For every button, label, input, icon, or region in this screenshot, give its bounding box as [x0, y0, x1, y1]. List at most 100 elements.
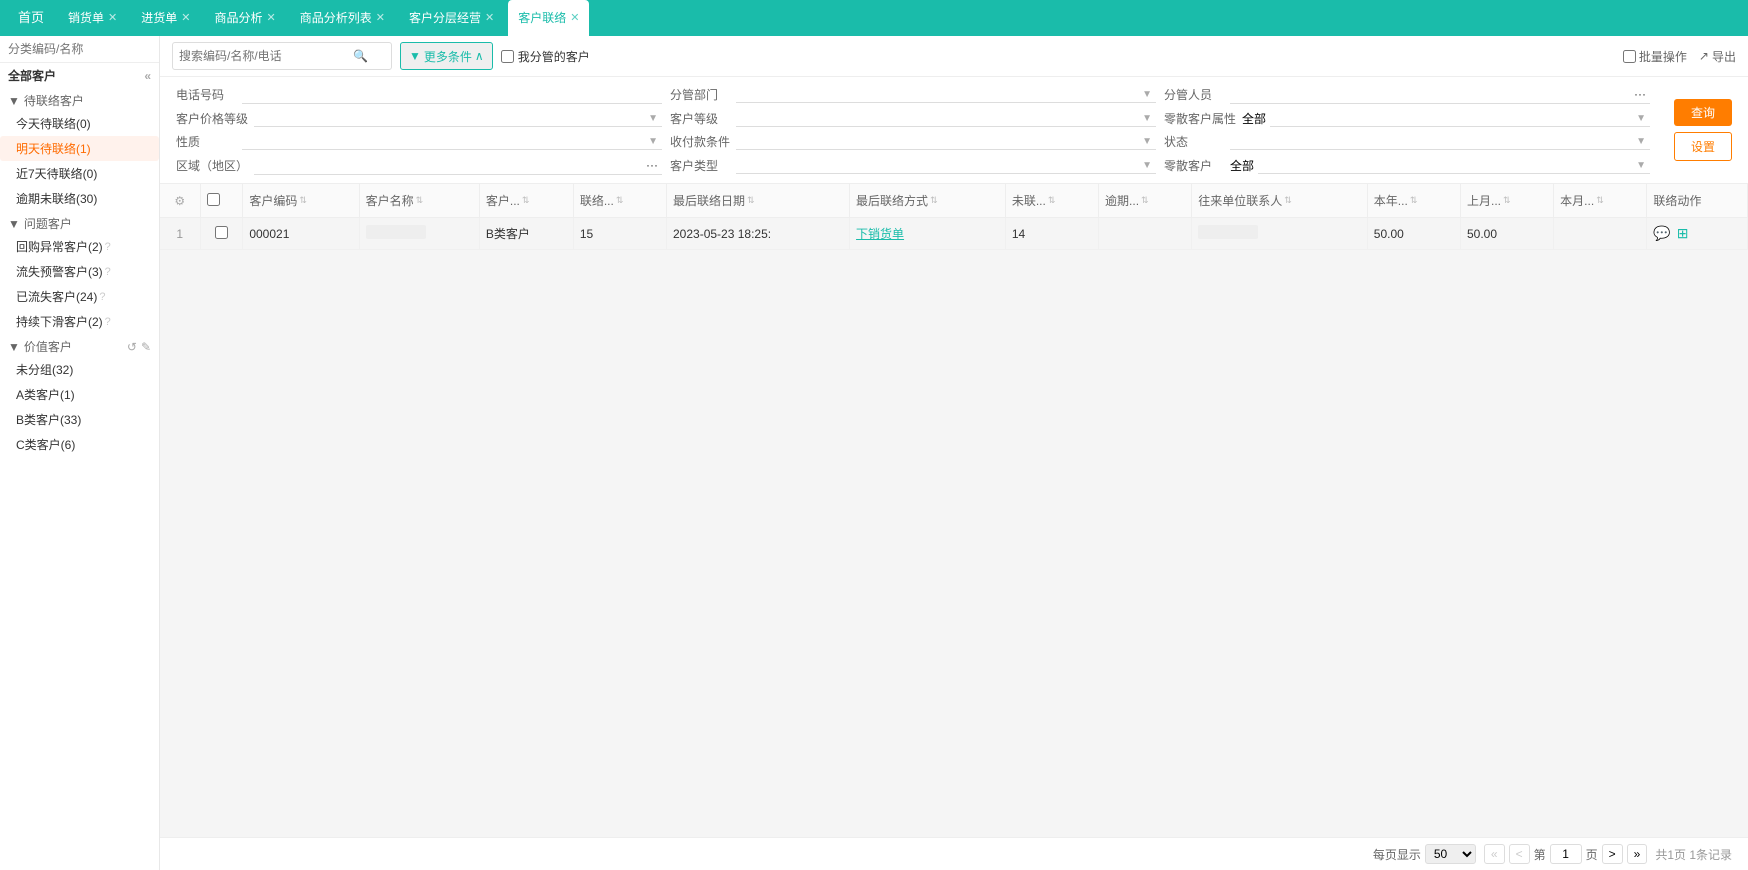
price-level-select[interactable]: ▼	[254, 111, 662, 127]
filter-region: 区域（地区） ···	[176, 156, 662, 175]
col-unit-contact[interactable]: 往来单位联系人 ⇅	[1192, 184, 1368, 218]
status-select[interactable]: ▼	[1230, 134, 1650, 150]
sidebar-group-problem[interactable]: ▼ 问题客户	[0, 211, 159, 234]
filter-icon: ▼	[409, 49, 421, 63]
col-code[interactable]: 客户编码 ⇅	[243, 184, 359, 218]
nav-purchase[interactable]: 进货单 ✕	[131, 0, 200, 36]
nav-purchase-close[interactable]: ✕	[181, 0, 190, 36]
more-filters-button[interactable]: ▼ 更多条件 ∧	[400, 42, 493, 70]
person-label: 分管人员	[1164, 86, 1224, 103]
prev-prev-button[interactable]: «	[1484, 844, 1505, 864]
help-icon-declining[interactable]: ?	[105, 316, 111, 328]
prev-button[interactable]: <	[1509, 844, 1530, 864]
row-checkbox-cell	[200, 218, 243, 250]
settings-button[interactable]: 设置	[1674, 132, 1732, 161]
per-page-label: 每页显示	[1373, 846, 1421, 863]
nav-sales[interactable]: 销货单 ✕	[58, 0, 127, 36]
row-last-method[interactable]: 下销货单	[850, 218, 1006, 250]
nature-label: 性质	[176, 133, 236, 150]
sidebar-item-week[interactable]: 近7天待联络(0)	[0, 161, 159, 186]
action-comment-icon[interactable]: 💬	[1653, 225, 1670, 242]
nav-home[interactable]: 首页	[8, 0, 54, 36]
help-icon-losing[interactable]: ?	[105, 266, 111, 278]
col-this-month[interactable]: 本月... ⇅	[1554, 184, 1647, 218]
col-last-date[interactable]: 最后联络日期 ⇅	[667, 184, 850, 218]
my-customer-checkbox[interactable]	[501, 50, 514, 63]
batch-operation-button[interactable]: 批量操作	[1623, 48, 1687, 65]
col-contact[interactable]: 联络... ⇅	[573, 184, 666, 218]
sidebar-item-tomorrow[interactable]: 明天待联络(1)	[0, 136, 159, 161]
help-icon-repeat-abnormal[interactable]: ?	[105, 241, 111, 253]
nav-analysis-close[interactable]: ✕	[267, 0, 276, 36]
sidebar-group-pending[interactable]: ▼ 待联络客户	[0, 88, 159, 111]
unit-contact-masked	[1198, 225, 1258, 239]
retail-customer-select[interactable]: ▼	[1258, 158, 1650, 174]
filter-row-4: 区域（地区） ··· 客户类型 ▼	[176, 156, 1650, 175]
person-select[interactable]: ···	[1230, 85, 1650, 104]
sidebar-all-customers[interactable]: 全部客户 «	[0, 63, 159, 88]
col-name[interactable]: 客户名称 ⇅	[359, 184, 479, 218]
col-last-month[interactable]: 上月... ⇅	[1460, 184, 1553, 218]
col-this-year[interactable]: 本年... ⇅	[1367, 184, 1460, 218]
col-type[interactable]: 客户... ⇅	[479, 184, 573, 218]
help-icon-lost[interactable]: ?	[99, 291, 105, 303]
sidebar-item-class-a[interactable]: A类客户(1)	[0, 382, 159, 407]
export-button[interactable]: ↗ 导出	[1699, 48, 1736, 65]
dept-select[interactable]: ▼	[736, 87, 1156, 103]
row-uncontacted: 14	[1005, 218, 1098, 250]
value-refresh-icon[interactable]: ↺	[127, 340, 137, 354]
sidebar-item-overdue[interactable]: 逾期未联络(30)	[0, 186, 159, 211]
col-overdue[interactable]: 逾期... ⇅	[1099, 184, 1192, 218]
customer-type-select[interactable]: ▼	[736, 158, 1156, 174]
sidebar-item-losing[interactable]: 流失预警客户(3) ?	[0, 259, 159, 284]
row-checkbox[interactable]	[215, 226, 228, 239]
region-select[interactable]: ···	[254, 156, 662, 175]
sidebar-item-today[interactable]: 今天待联络(0)	[0, 111, 159, 136]
select-all-checkbox[interactable]	[207, 193, 220, 206]
status-label: 状态	[1164, 133, 1224, 150]
sidebar-group-value[interactable]: ▼ 价值客户 ↺ ✎	[0, 334, 159, 357]
sidebar-item-declining[interactable]: 持续下滑客户(2) ?	[0, 309, 159, 334]
search-input[interactable]	[179, 49, 349, 63]
sidebar-item-repeat-abnormal[interactable]: 回购异常客户(2) ?	[0, 234, 159, 259]
value-triangle: ▼	[8, 340, 20, 354]
per-page-select[interactable]: 10 20 50 100	[1425, 844, 1476, 864]
sidebar-search-input[interactable]	[8, 42, 160, 56]
action-grid-icon[interactable]: ⊞	[1677, 225, 1689, 242]
sidebar-item-lost[interactable]: 已流失客户(24) ?	[0, 284, 159, 309]
sidebar-item-class-c[interactable]: C类客户(6)	[0, 432, 159, 457]
nav-customer-contact[interactable]: 客户联络 ✕	[508, 0, 589, 36]
level-select[interactable]: ▼	[736, 111, 1156, 127]
nature-chevron: ▼	[648, 136, 658, 147]
nav-sales-close[interactable]: ✕	[108, 0, 117, 36]
status-chevron: ▼	[1636, 136, 1646, 147]
payment-select[interactable]: ▼	[736, 134, 1156, 150]
retail-attr-select[interactable]: ▼	[1270, 111, 1650, 127]
sidebar-item-class-b[interactable]: B类客户(33)	[0, 407, 159, 432]
phone-input[interactable]	[242, 85, 662, 104]
value-edit-icon[interactable]: ✎	[141, 340, 151, 354]
query-button[interactable]: 查询	[1674, 99, 1732, 126]
next-next-button[interactable]: »	[1627, 844, 1648, 864]
sidebar-item-ungrouped[interactable]: 未分组(32)	[0, 357, 159, 382]
my-customer-checkbox-area[interactable]: 我分管的客户	[501, 48, 590, 65]
sidebar-collapse-icon[interactable]: «	[144, 69, 151, 83]
nav-customer-seg-close[interactable]: ✕	[485, 0, 494, 36]
filter-dept: 分管部门 ▼	[670, 86, 1156, 103]
row-overdue	[1099, 218, 1192, 250]
nav-analysis-list[interactable]: 商品分析列表 ✕	[290, 0, 395, 36]
nav-customer-contact-close[interactable]: ✕	[570, 0, 579, 36]
nature-select[interactable]: ▼	[242, 134, 662, 150]
page-input[interactable]	[1550, 844, 1582, 864]
search-icon[interactable]: 🔍	[353, 49, 368, 63]
col-uncontacted[interactable]: 未联... ⇅	[1005, 184, 1098, 218]
next-button[interactable]: >	[1602, 844, 1623, 864]
settings-gear-icon[interactable]: ⚙	[174, 194, 185, 208]
batch-checkbox[interactable]	[1623, 50, 1636, 63]
col-last-method[interactable]: 最后联络方式 ⇅	[850, 184, 1006, 218]
nav-analysis[interactable]: 商品分析 ✕	[204, 0, 285, 36]
total-records: 共1页 1条记录	[1655, 846, 1732, 863]
nav-analysis-list-close[interactable]: ✕	[376, 0, 385, 36]
last-method-link[interactable]: 下销货单	[856, 227, 904, 241]
nav-customer-seg[interactable]: 客户分层经营 ✕	[399, 0, 504, 36]
